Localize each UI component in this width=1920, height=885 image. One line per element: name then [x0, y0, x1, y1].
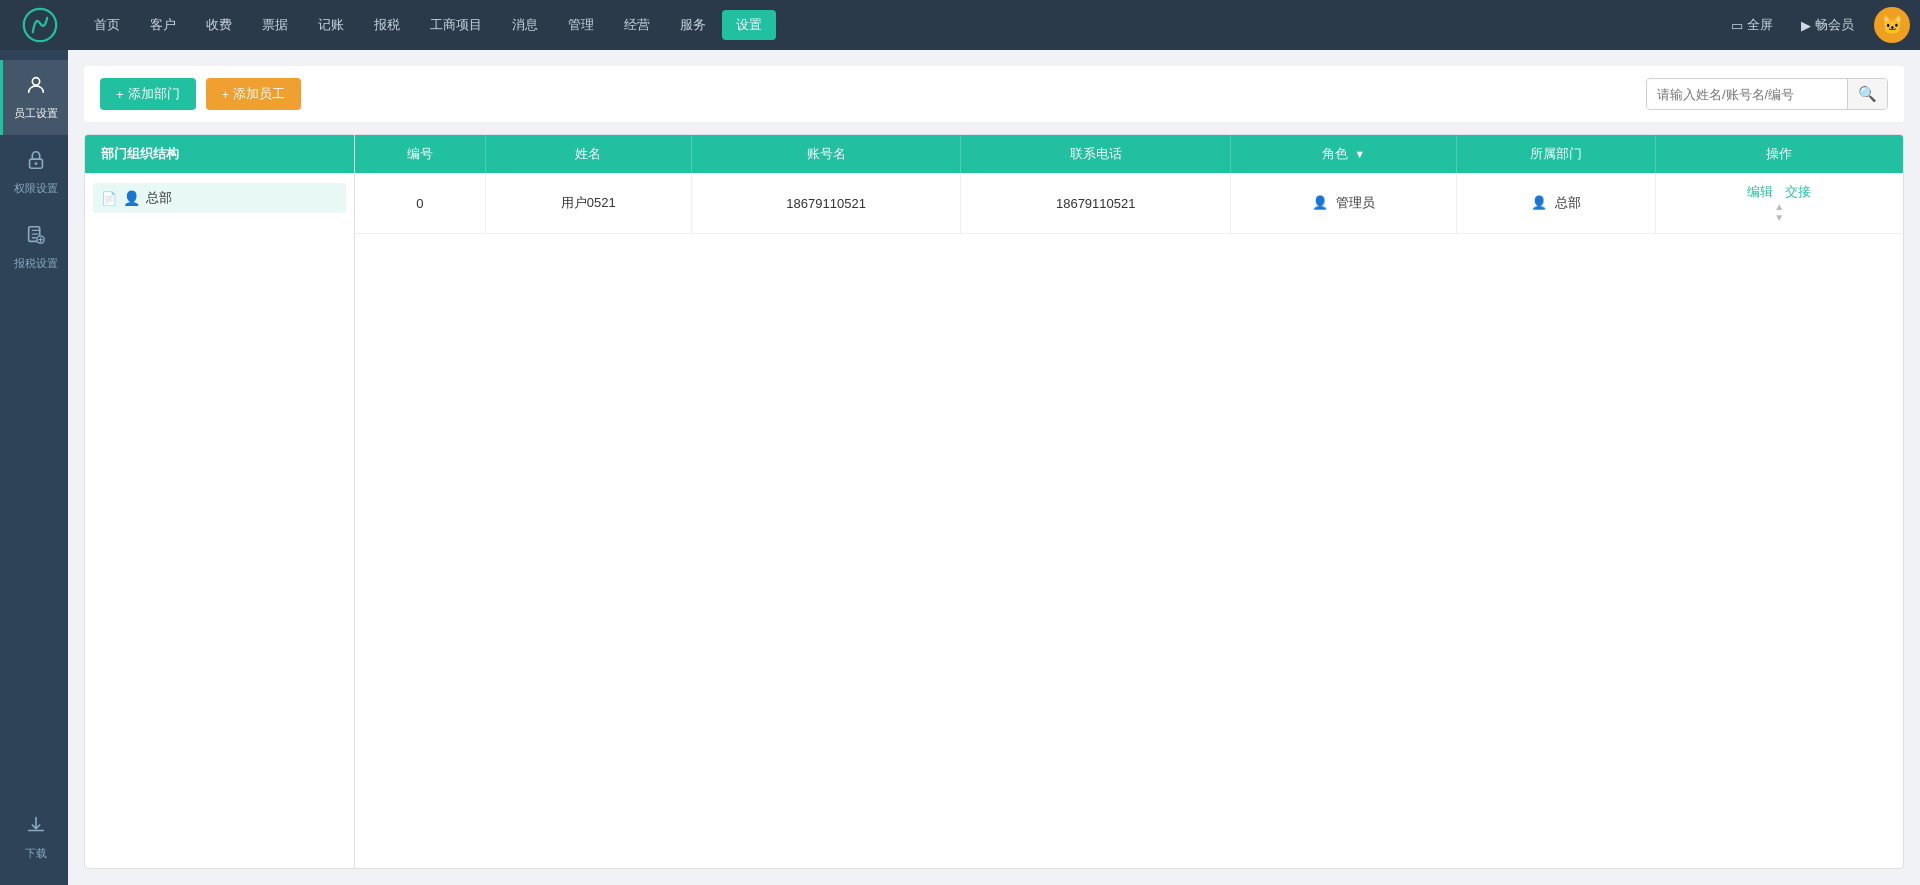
- nav-item-manage[interactable]: 管理: [554, 10, 608, 40]
- employee-icon: [25, 74, 47, 101]
- logo[interactable]: [10, 0, 70, 50]
- lock-icon: [25, 149, 47, 176]
- nav-item-business[interactable]: 工商项目: [416, 10, 496, 40]
- col-role[interactable]: 角色 ▼: [1231, 135, 1457, 173]
- nav-item-client[interactable]: 客户: [136, 10, 190, 40]
- vip-label: 畅会员: [1815, 16, 1854, 34]
- sidebar-item-download[interactable]: 下载: [0, 800, 68, 875]
- dept-tree-header: 部门组织结构: [85, 135, 354, 173]
- avatar[interactable]: 🐱: [1874, 7, 1910, 43]
- cell-actions: 编辑 交接 ▲▼: [1655, 173, 1903, 234]
- plus-icon-dept: +: [116, 87, 124, 102]
- cell-phone: 18679110521: [961, 173, 1231, 234]
- sidebar: 员工设置 权限设置 报税设置: [0, 50, 68, 885]
- sidebar-label-tax-settings: 报税设置: [14, 256, 58, 271]
- nav-item-fee[interactable]: 收费: [192, 10, 246, 40]
- main-layout: 员工设置 权限设置 报税设置: [0, 50, 1920, 885]
- file-icon: 📄: [101, 191, 117, 206]
- col-id: 编号: [355, 135, 485, 173]
- cell-account: 18679110521: [691, 173, 961, 234]
- table-row: 0 用户0521 18679110521 18679110521: [355, 173, 1903, 234]
- cell-role: 👤 管理员: [1231, 173, 1457, 234]
- tree-user-icon: 👤: [123, 190, 140, 206]
- search-input[interactable]: [1647, 81, 1847, 108]
- dept-tree-body: 📄 👤 总部: [85, 173, 354, 223]
- nav-item-operation[interactable]: 经营: [610, 10, 664, 40]
- edit-link[interactable]: 编辑: [1747, 184, 1773, 199]
- employee-table: 编号 姓名 账号名 联系电话 角: [355, 135, 1903, 868]
- plus-icon-emp: +: [222, 87, 230, 102]
- role-icon: 👤: [1312, 195, 1328, 210]
- add-dept-button[interactable]: + 添加部门: [100, 78, 196, 110]
- dept-tree-panel: 部门组织结构 📄 👤 总部: [85, 135, 355, 868]
- nav-item-accounts[interactable]: 记账: [304, 10, 358, 40]
- nav-right: ▭ 全屏 ▶ 畅会员 🐱: [1723, 7, 1910, 43]
- cell-dept: 👤 总部: [1456, 173, 1655, 234]
- col-name: 姓名: [485, 135, 691, 173]
- nav-item-service[interactable]: 服务: [666, 10, 720, 40]
- sidebar-item-tax-settings[interactable]: 报税设置: [0, 210, 68, 285]
- vip-icon: ▶: [1801, 18, 1811, 33]
- col-dept: 所属部门: [1456, 135, 1655, 173]
- add-emp-button[interactable]: + 添加员工: [206, 78, 302, 110]
- table-header: 编号 姓名 账号名 联系电话 角: [355, 135, 1903, 173]
- col-account: 账号名: [691, 135, 961, 173]
- nav-items: 首页 客户 收费 票据 记账 报税 工商项目 消息 管理 经营 服务 设置: [80, 10, 1723, 40]
- transfer-link[interactable]: 交接: [1785, 184, 1811, 199]
- vip-button[interactable]: ▶ 畅会员: [1793, 12, 1862, 38]
- download-icon: [25, 814, 47, 841]
- tax-settings-icon: [25, 224, 47, 251]
- dept-icon: 👤: [1531, 195, 1547, 210]
- sidebar-label-permissions: 权限设置: [14, 181, 58, 196]
- filter-icon: ▼: [1354, 148, 1365, 160]
- tree-item-root[interactable]: 📄 👤 总部: [93, 183, 346, 213]
- dept-tree-title: 部门组织结构: [101, 146, 179, 161]
- nav-item-settings[interactable]: 设置: [722, 10, 776, 40]
- sidebar-item-employee[interactable]: 员工设置: [0, 60, 68, 135]
- content-area: + 添加部门 + 添加员工 🔍 部门组织结构: [68, 50, 1920, 885]
- search-icon: 🔍: [1858, 85, 1877, 102]
- table: 编号 姓名 账号名 联系电话 角: [355, 135, 1903, 234]
- search-button[interactable]: 🔍: [1847, 79, 1887, 109]
- add-emp-label: 添加员工: [233, 85, 285, 103]
- top-nav: 首页 客户 收费 票据 记账 报税 工商项目 消息 管理 经营 服务 设置 ▭ …: [0, 0, 1920, 50]
- table-body: 0 用户0521 18679110521 18679110521: [355, 173, 1903, 234]
- avatar-icon: 🐱: [1881, 14, 1903, 36]
- tree-item-label: 总部: [146, 189, 172, 207]
- svg-point-3: [34, 162, 37, 165]
- toolbar: + 添加部门 + 添加员工 🔍: [84, 66, 1904, 122]
- nav-item-message[interactable]: 消息: [498, 10, 552, 40]
- add-dept-label: 添加部门: [128, 85, 180, 103]
- cell-id: 0: [355, 173, 485, 234]
- table-wrapper: 部门组织结构 📄 👤 总部 编号: [84, 134, 1904, 869]
- nav-item-home[interactable]: 首页: [80, 10, 134, 40]
- scroll-arrows: ▲▼: [1668, 201, 1891, 223]
- col-actions: 操作: [1655, 135, 1903, 173]
- fullscreen-label: 全屏: [1747, 16, 1773, 34]
- sidebar-item-permissions[interactable]: 权限设置: [0, 135, 68, 210]
- sidebar-bottom: 下载: [0, 800, 68, 885]
- nav-item-bills[interactable]: 票据: [248, 10, 302, 40]
- logo-icon: [22, 7, 58, 43]
- sidebar-label-download: 下载: [25, 846, 47, 861]
- search-box: 🔍: [1646, 78, 1888, 110]
- fullscreen-icon: ▭: [1731, 18, 1743, 33]
- col-phone: 联系电话: [961, 135, 1231, 173]
- svg-point-1: [32, 78, 39, 85]
- fullscreen-button[interactable]: ▭ 全屏: [1723, 12, 1781, 38]
- nav-item-tax[interactable]: 报税: [360, 10, 414, 40]
- sidebar-label-employee: 员工设置: [14, 106, 58, 121]
- cell-name: 用户0521: [485, 173, 691, 234]
